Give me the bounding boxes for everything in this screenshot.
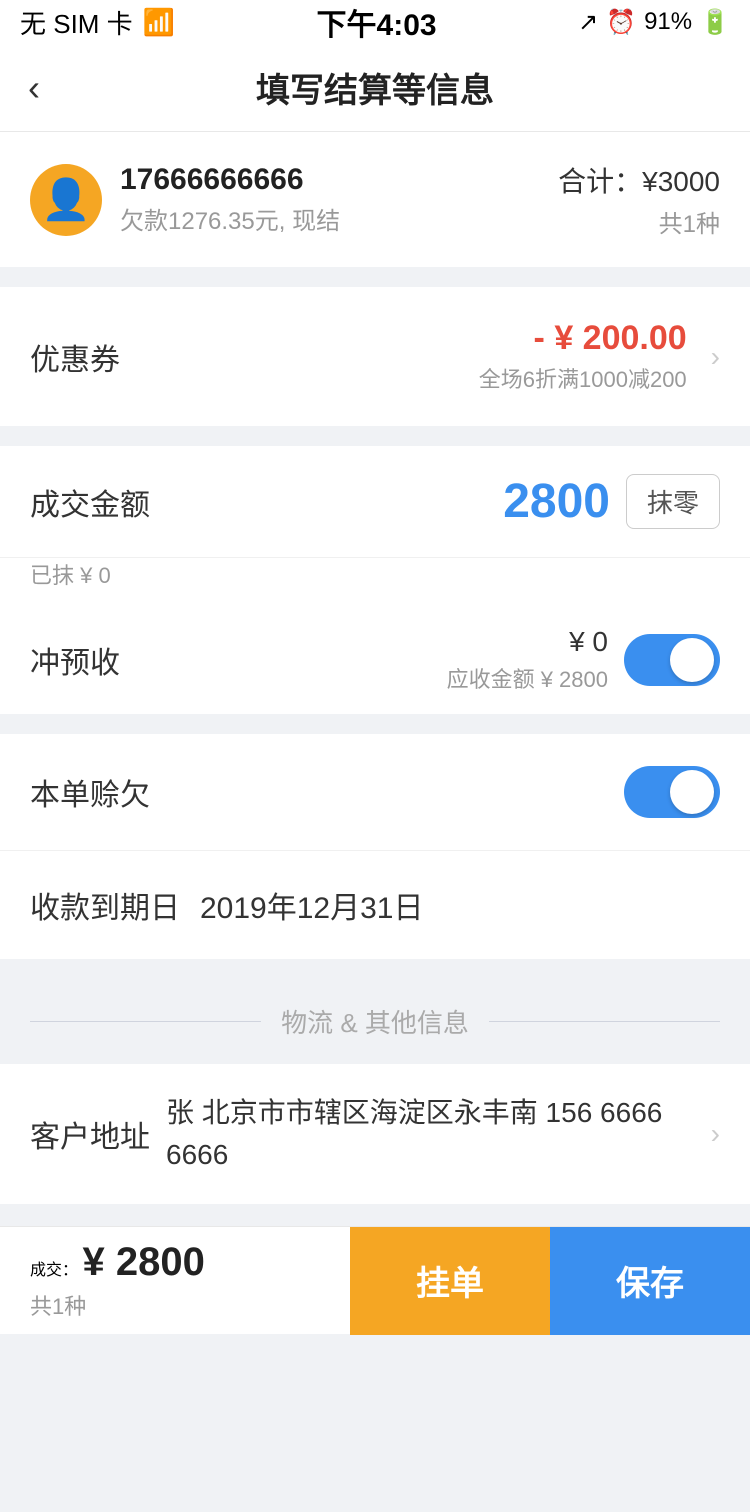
round-zero-button[interactable]: 抹零 bbox=[626, 474, 720, 529]
bottom-bar: 成交： ¥ 2800 共1种 挂单 保存 bbox=[0, 1226, 750, 1334]
coupon-label: 优惠券 bbox=[30, 335, 120, 379]
chevron-right-icon: › bbox=[711, 341, 720, 373]
order-count: 共1种 bbox=[558, 204, 720, 239]
arrears-section: 本单赊欠 bbox=[0, 734, 750, 850]
address-label: 客户地址 bbox=[30, 1112, 150, 1156]
prepay-toggle[interactable] bbox=[624, 634, 720, 686]
save-button[interactable]: 保存 bbox=[550, 1227, 750, 1335]
prepay-row: 冲预收 ¥ 0 应收金额 ¥ 2800 bbox=[0, 606, 750, 714]
user-details: 17666666666 欠款1276.35元, 现结 bbox=[120, 163, 340, 236]
due-date-value: 2019年12月31日 bbox=[200, 883, 423, 927]
battery-level: 91% bbox=[644, 8, 692, 36]
sim-status: 无 SIM 卡 bbox=[20, 4, 133, 41]
avatar: 👤 bbox=[30, 164, 102, 236]
page-header: ‹ 填写结算等信息 bbox=[0, 44, 750, 132]
divider-1 bbox=[0, 267, 750, 287]
logistics-text: 物流 & 其他信息 bbox=[281, 1003, 469, 1040]
bottom-spacer bbox=[0, 1404, 750, 1512]
user-card: 👤 17666666666 欠款1276.35元, 现结 合计：¥3000 共1… bbox=[0, 132, 750, 267]
toggle-knob bbox=[670, 638, 714, 682]
coupon-info: - ¥ 200.00 全场6折满1000减200 bbox=[479, 319, 687, 394]
arrears-toggle[interactable] bbox=[624, 766, 720, 818]
divider-3 bbox=[0, 714, 750, 734]
total-label: 合计： bbox=[558, 166, 642, 197]
due-label: 收款到期日 bbox=[30, 883, 180, 927]
bottom-deal-label: 成交： bbox=[30, 1262, 78, 1279]
address-chevron-icon: › bbox=[711, 1118, 720, 1150]
page-title: 填写结算等信息 bbox=[256, 63, 494, 112]
deal-sub-row: 已抹 ¥ 0 bbox=[0, 558, 750, 606]
deal-right: 2800 抹零 bbox=[503, 474, 720, 529]
prepay-amount: ¥ 0 bbox=[447, 626, 608, 658]
bottom-deal-line: 成交： ¥ 2800 bbox=[30, 1240, 320, 1285]
arrears-toggle-knob bbox=[670, 770, 714, 814]
coupon-right-area: - ¥ 200.00 全场6折满1000减200 › bbox=[479, 319, 720, 394]
divider-4 bbox=[0, 959, 750, 979]
order-summary: 合计：¥3000 共1种 bbox=[558, 160, 720, 239]
prepay-right: ¥ 0 应收金额 ¥ 2800 bbox=[447, 626, 720, 694]
line-left bbox=[30, 1021, 261, 1022]
total-amount: ¥3000 bbox=[642, 166, 720, 197]
avatar-icon: 👤 bbox=[41, 176, 91, 223]
arrears-label: 本单赊欠 bbox=[30, 770, 150, 814]
wifi-icon: 📶 bbox=[143, 7, 175, 38]
order-total: 合计：¥3000 bbox=[558, 160, 720, 200]
bottom-summary: 成交： ¥ 2800 共1种 bbox=[0, 1240, 350, 1321]
location-icon: ↗ bbox=[578, 8, 598, 37]
coupon-amount: - ¥ 200.00 bbox=[479, 319, 687, 358]
prepay-amount-block: ¥ 0 应收金额 ¥ 2800 bbox=[447, 626, 608, 694]
due-date-section: 收款到期日 2019年12月31日 bbox=[0, 850, 750, 959]
user-debt: 欠款1276.35元, 现结 bbox=[120, 201, 340, 236]
deal-section: 成交金额 2800 抹零 已抹 ¥ 0 冲预收 ¥ 0 应收金额 ¥ 2800 bbox=[0, 446, 750, 714]
status-bar: 无 SIM 卡 📶 下午4:03 ↗ ⏰ 91% 🔋 bbox=[0, 0, 750, 44]
user-info: 👤 17666666666 欠款1276.35元, 现结 bbox=[30, 163, 340, 236]
coupon-section: 优惠券 - ¥ 200.00 全场6折满1000减200 › bbox=[0, 287, 750, 426]
logistics-divider: 物流 & 其他信息 bbox=[0, 979, 750, 1064]
hang-order-button[interactable]: 挂单 bbox=[350, 1227, 550, 1335]
battery-icon: 🔋 bbox=[700, 8, 730, 37]
status-right: ↗ ⏰ 91% 🔋 bbox=[578, 8, 730, 37]
bottom-amount: ¥ 2800 bbox=[82, 1240, 204, 1284]
deal-row: 成交金额 2800 抹零 bbox=[0, 446, 750, 558]
address-value: 张 北京市市辖区海淀区永丰南 156 6666 6666 bbox=[166, 1092, 687, 1176]
coupon-desc: 全场6折满1000减200 bbox=[479, 362, 687, 394]
status-time: 下午4:03 bbox=[317, 0, 437, 44]
address-row[interactable]: 客户地址 张 北京市市辖区海淀区永丰南 156 6666 6666 › bbox=[0, 1064, 750, 1204]
prepay-label: 冲预收 bbox=[30, 638, 120, 682]
deal-label: 成交金额 bbox=[30, 480, 150, 524]
alarm-icon: ⏰ bbox=[606, 8, 636, 37]
user-phone: 17666666666 bbox=[120, 163, 340, 197]
deal-sub-text: 已抹 ¥ 0 bbox=[30, 563, 111, 588]
line-right bbox=[489, 1021, 720, 1022]
coupon-row[interactable]: 优惠券 - ¥ 200.00 全场6折满1000减200 › bbox=[0, 287, 750, 426]
back-button[interactable]: ‹ bbox=[28, 67, 40, 109]
deal-amount: 2800 bbox=[503, 474, 610, 529]
bottom-count: 共1种 bbox=[30, 1289, 320, 1321]
prepay-sub: 应收金额 ¥ 2800 bbox=[447, 662, 608, 694]
divider-2 bbox=[0, 426, 750, 446]
status-left: 无 SIM 卡 📶 bbox=[20, 4, 175, 41]
